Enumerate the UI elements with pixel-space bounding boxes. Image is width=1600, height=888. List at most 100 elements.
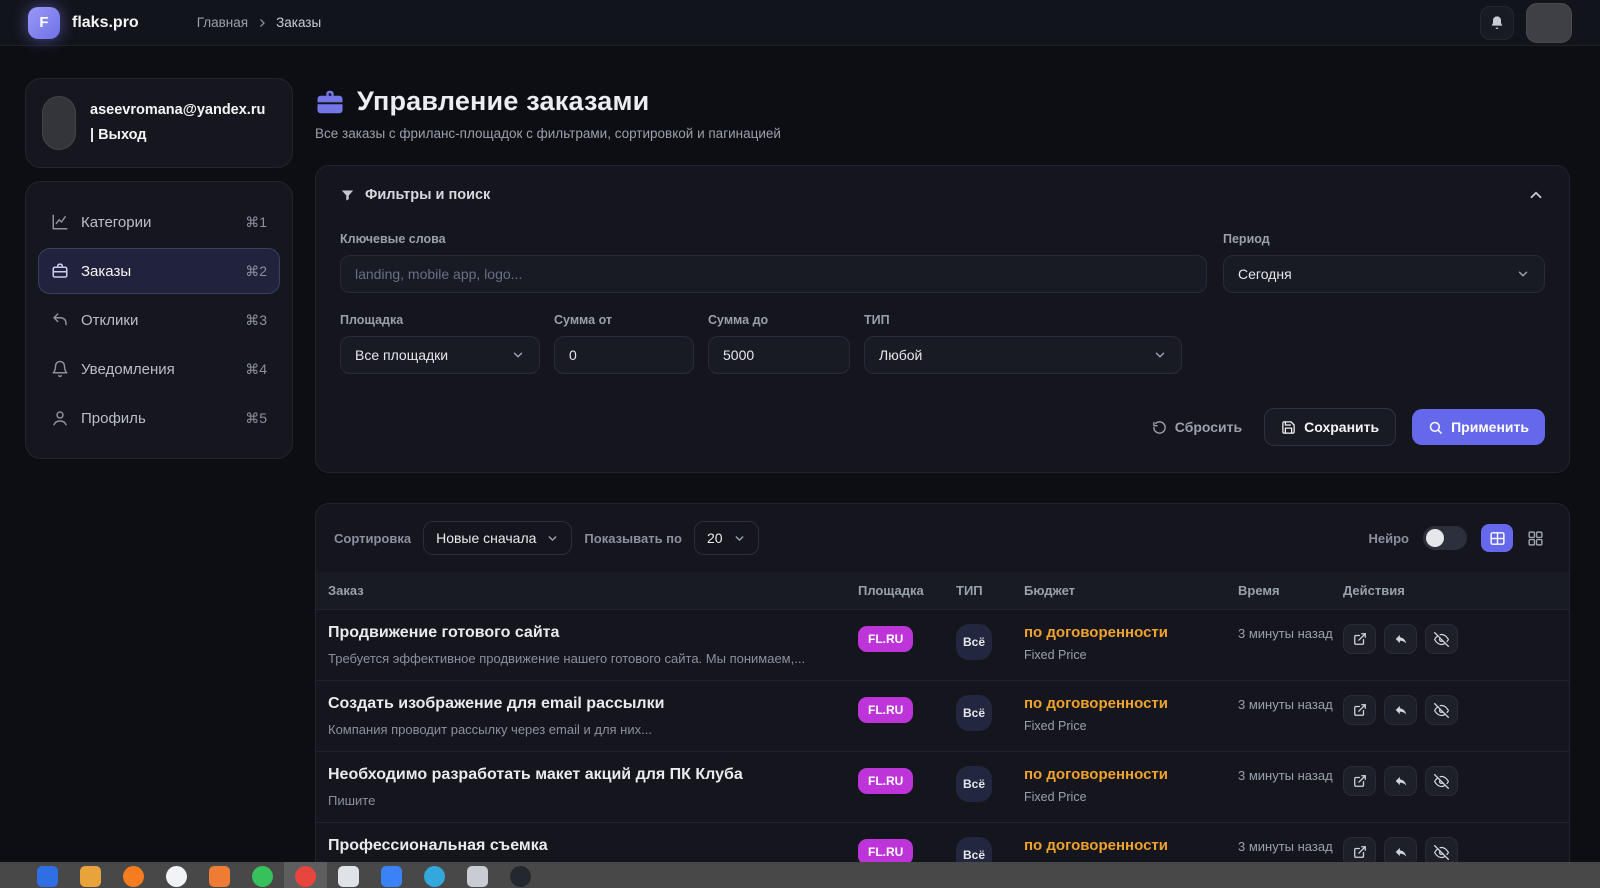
grid-view-icon xyxy=(1527,530,1543,546)
type-select[interactable]: Любой xyxy=(864,336,1182,374)
budget-kind: Fixed Price xyxy=(1024,648,1087,662)
table-row: Необходимо разработать макет акций для П… xyxy=(316,751,1569,822)
order-title[interactable]: Необходимо разработать макет акций для П… xyxy=(328,766,858,784)
chevron-right-icon xyxy=(260,18,265,27)
sort-label: Сортировка xyxy=(334,530,412,546)
period-label: Период xyxy=(1223,232,1270,246)
taskbar-app[interactable] xyxy=(241,862,284,888)
user-card: aseevromana@yandex.ru | Выход xyxy=(25,78,293,168)
taskbar-app-icon[interactable] xyxy=(209,866,230,887)
taskbar-app-icon[interactable] xyxy=(510,866,531,887)
order-title[interactable]: Профессиональная съемка xyxy=(328,837,858,855)
brand-logo[interactable]: F xyxy=(28,6,60,39)
time-ago: 3 минуты назад xyxy=(1238,839,1333,854)
order-title[interactable]: Продвижение готового сайта xyxy=(328,624,858,642)
apply-filters-button[interactable]: Применить xyxy=(1412,409,1545,445)
reply-button[interactable] xyxy=(1384,695,1417,725)
notifications-button[interactable] xyxy=(1480,5,1514,40)
platform-select[interactable]: Все площадки xyxy=(340,336,540,374)
taskbar-app-icon[interactable] xyxy=(80,866,101,887)
hide-button[interactable] xyxy=(1425,695,1458,725)
taskbar-app[interactable] xyxy=(456,862,499,888)
open-external-button[interactable] xyxy=(1343,624,1376,654)
taskbar-app[interactable] xyxy=(370,862,413,888)
shortcut-badge: ⌘4 xyxy=(245,360,267,377)
type-value: Любой xyxy=(879,347,923,363)
reply-button[interactable] xyxy=(1384,624,1417,654)
chevron-up-icon xyxy=(1530,191,1542,199)
platform-label: Площадка xyxy=(340,313,404,327)
reset-icon xyxy=(1152,420,1166,434)
sum-to-input[interactable] xyxy=(708,336,850,374)
reply-icon xyxy=(1395,776,1406,786)
hide-button[interactable] xyxy=(1425,766,1458,796)
shortcut-badge: ⌘5 xyxy=(245,409,267,426)
keywords-input[interactable] xyxy=(340,255,1207,293)
taskbar-app[interactable] xyxy=(26,862,69,888)
external-link-icon xyxy=(1353,846,1366,858)
platform-value: Все площадки xyxy=(355,347,449,363)
budget-kind: Fixed Price xyxy=(1024,719,1087,733)
page-subtitle: Все заказы с фриланс-площадок с фильтрам… xyxy=(315,126,781,141)
user-avatar-button[interactable] xyxy=(1526,2,1572,43)
taskbar-app[interactable] xyxy=(327,862,370,888)
taskbar-app[interactable] xyxy=(69,862,112,888)
grid-view-button[interactable] xyxy=(1519,524,1551,552)
external-link-icon xyxy=(1353,633,1366,645)
taskbar-app-icon[interactable] xyxy=(295,866,316,887)
chart-icon xyxy=(52,214,68,230)
reply-button[interactable] xyxy=(1384,766,1417,796)
reset-button[interactable]: Сбросить xyxy=(1146,409,1248,445)
sum-from-input[interactable] xyxy=(554,336,694,374)
open-external-button[interactable] xyxy=(1343,695,1376,725)
table-view-button[interactable] xyxy=(1481,524,1513,552)
taskbar-app[interactable] xyxy=(284,862,327,888)
orders-table-panel: Сортировка Новые сначала Показывать по 2… xyxy=(315,503,1570,888)
sort-select[interactable]: Новые сначала xyxy=(423,521,573,555)
taskbar-app-icon[interactable] xyxy=(166,866,187,887)
breadcrumb-current: Заказы xyxy=(276,15,322,30)
chevron-down-icon xyxy=(1518,271,1528,277)
period-select[interactable]: Сегодня xyxy=(1223,255,1545,293)
collapse-filters-button[interactable] xyxy=(1527,186,1545,204)
user-icon xyxy=(53,411,67,426)
neuro-toggle[interactable] xyxy=(1423,526,1467,550)
sidebar-item-orders[interactable]: Заказы ⌘2 xyxy=(38,248,280,294)
top-header: F flaks.pro Главная Заказы xyxy=(0,0,1600,46)
save-filters-button[interactable]: Сохранить xyxy=(1264,408,1397,446)
sidebar-menu: Категории ⌘1 Заказы ⌘2 Отклики ⌘3 Уведом… xyxy=(25,181,293,459)
taskbar-app-icon[interactable] xyxy=(338,866,359,887)
time-ago: 3 минуты назад xyxy=(1238,697,1333,712)
logout-link[interactable]: | Выход xyxy=(90,123,265,148)
page-title: Управление заказами xyxy=(357,86,650,116)
sidebar-item-notifications[interactable]: Уведомления ⌘4 xyxy=(38,346,280,392)
time-ago: 3 минуты назад xyxy=(1238,626,1333,641)
breadcrumb: Главная Заказы xyxy=(197,15,322,30)
taskbar-app[interactable] xyxy=(198,862,241,888)
reply-icon xyxy=(1395,847,1406,857)
taskbar-app[interactable] xyxy=(155,862,198,888)
taskbar-app[interactable] xyxy=(499,862,542,888)
taskbar-app-icon[interactable] xyxy=(381,866,402,887)
sidebar-item-responses[interactable]: Отклики ⌘3 xyxy=(38,297,280,343)
breadcrumb-home[interactable]: Главная xyxy=(197,15,248,30)
order-title[interactable]: Создать изображение для email рассылки xyxy=(328,695,858,713)
taskbar-app-icon[interactable] xyxy=(424,866,445,887)
taskbar-app-icon[interactable] xyxy=(467,866,488,887)
taskbar-app[interactable] xyxy=(413,862,456,888)
per-page-select[interactable]: 20 xyxy=(693,521,759,555)
taskbar-app[interactable] xyxy=(112,862,155,888)
open-external-button[interactable] xyxy=(1343,766,1376,796)
reset-label: Сбросить xyxy=(1174,419,1243,435)
hide-button[interactable] xyxy=(1425,624,1458,654)
taskbar-app-icon[interactable] xyxy=(37,866,58,887)
sidebar-item-profile[interactable]: Профиль ⌘5 xyxy=(38,395,280,441)
shortcut-badge: ⌘2 xyxy=(245,262,267,279)
reply-icon xyxy=(1395,705,1406,715)
filters-title: Фильтры и поиск xyxy=(365,187,491,203)
taskbar-app-icon[interactable] xyxy=(252,866,273,887)
type-label: ТИП xyxy=(864,313,890,327)
sidebar-item-categories[interactable]: Категории ⌘1 xyxy=(38,199,280,245)
shortcut-badge: ⌘1 xyxy=(245,213,267,230)
taskbar-app-icon[interactable] xyxy=(123,866,144,887)
